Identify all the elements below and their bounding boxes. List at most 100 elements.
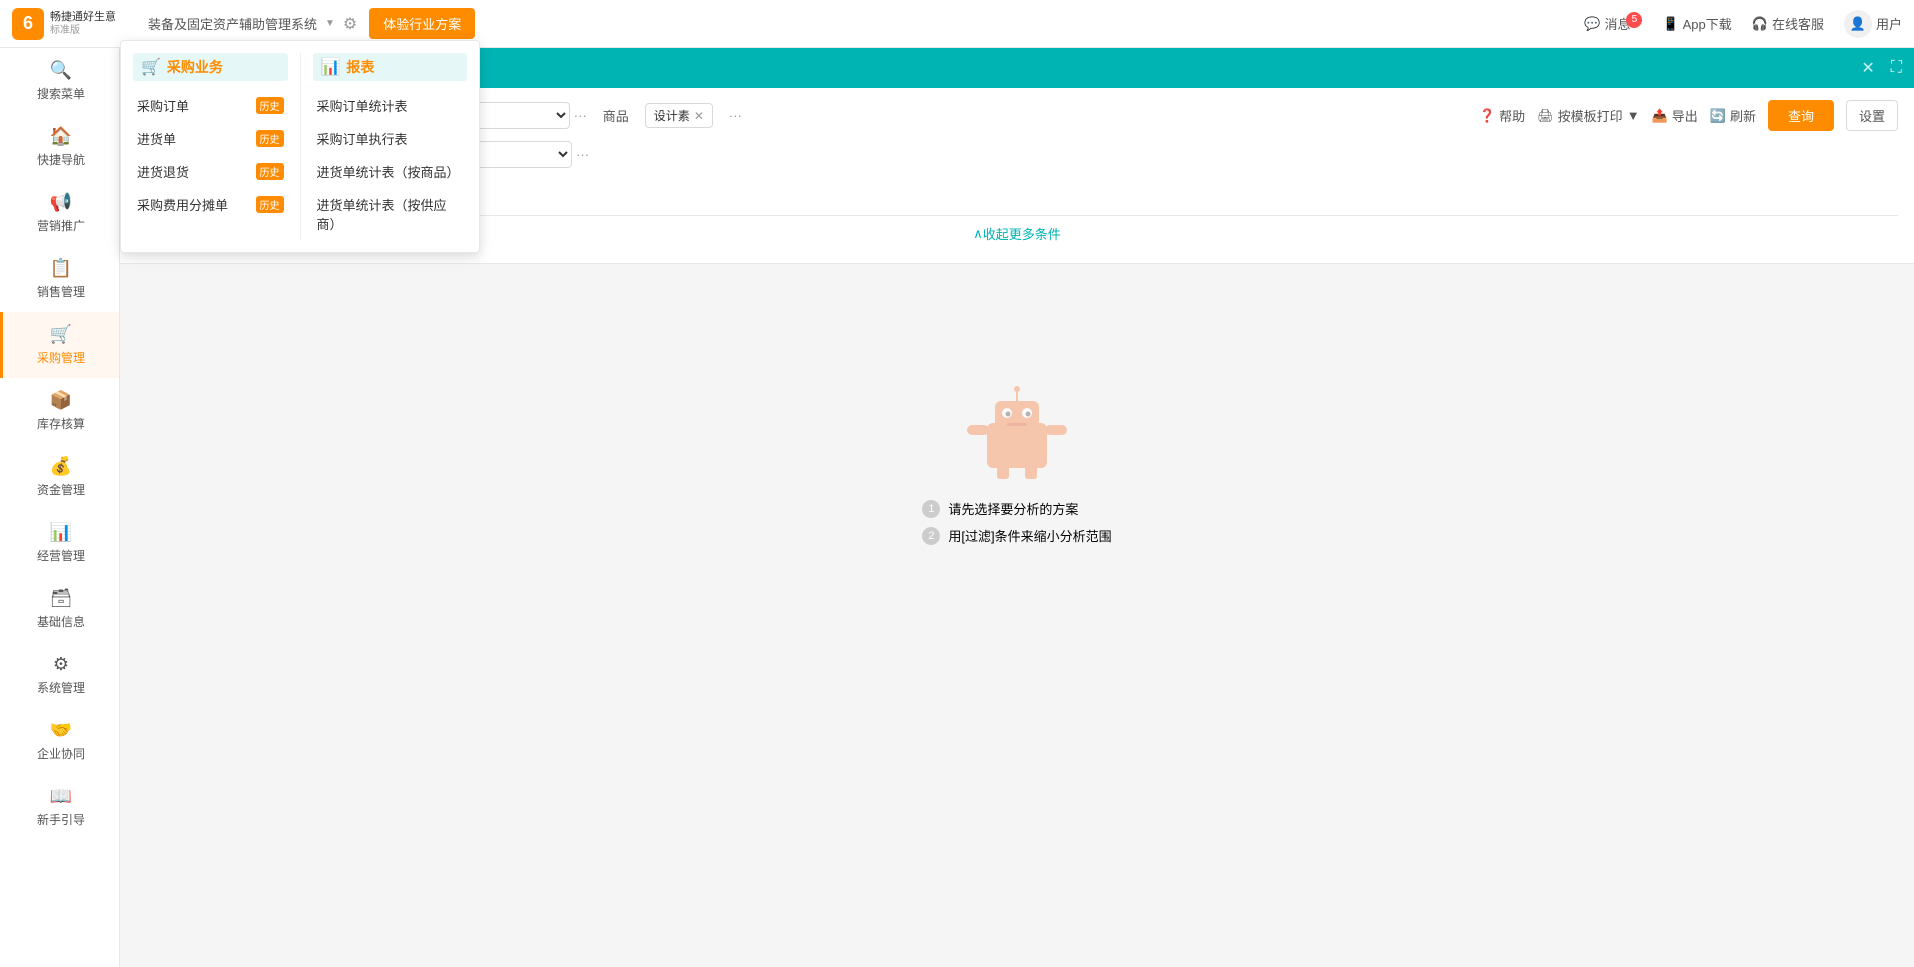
- sidebar-item-quicknav[interactable]: 🏠 快捷导航: [0, 114, 119, 180]
- dropdown-item-receipt-by-goods[interactable]: 进货单统计表（按商品）: [313, 155, 468, 188]
- industry-button[interactable]: 体验行业方案: [369, 8, 475, 39]
- user-item[interactable]: 👤 用户: [1844, 10, 1902, 38]
- export-icon: 📤: [1652, 108, 1668, 124]
- sidebar-item-sales[interactable]: 📋 销售管理: [0, 246, 119, 312]
- avatar: 👤: [1844, 10, 1872, 38]
- sidebar-label-marketing: 营销推广: [37, 217, 85, 234]
- empty-steps: 1 请先选择要分析的方案 2 用[过滤]条件来缩小分析范围: [922, 499, 1111, 545]
- sidebar-item-operations[interactable]: 📊 经营管理: [0, 510, 119, 576]
- sidebar-label-quicknav: 快捷导航: [37, 151, 85, 168]
- purchase-section-title: 🛒 采购业务: [133, 53, 288, 81]
- goods-label: 商品: [603, 106, 629, 125]
- goods-tag: 设计素 ✕: [645, 103, 713, 128]
- export-button[interactable]: 📤 导出: [1652, 106, 1698, 125]
- inventory-icon: 📦: [50, 390, 72, 411]
- refresh-icon: 🔄: [1710, 108, 1726, 124]
- sidebar-label-inventory: 库存核算: [37, 415, 85, 432]
- tab-bar-right: ✕ ⛶: [1857, 54, 1906, 82]
- dropdown-item-order-exec[interactable]: 采购订单执行表: [313, 122, 468, 155]
- sidebar-item-marketing[interactable]: 📢 营销推广: [0, 180, 119, 246]
- sidebar-label-basic: 基础信息: [37, 613, 85, 630]
- empty-illustration: [957, 383, 1077, 483]
- app-download-item[interactable]: 📱 App下载: [1662, 14, 1731, 33]
- settings-button[interactable]: 设置: [1846, 100, 1898, 131]
- report-col: 📊 报表 采购订单统计表 采购订单执行表 进货单统计表（按商品） 进货单统计表（…: [300, 53, 480, 240]
- query-button[interactable]: 查询: [1768, 100, 1834, 131]
- print-dropdown-icon: ▼: [1627, 108, 1640, 123]
- goods-return-badge: 历史: [256, 163, 284, 180]
- sidebar-item-finance[interactable]: 💰 资金管理: [0, 444, 119, 510]
- message-icon: 💬: [1584, 16, 1600, 32]
- operations-icon: 📊: [50, 522, 72, 543]
- sidebar-label-system: 系统管理: [37, 679, 85, 696]
- marketing-icon: 📢: [50, 192, 72, 213]
- collapse-icon: ∧: [973, 226, 983, 242]
- sidebar-label-enterprise: 企业协同: [37, 745, 85, 762]
- purchase-business-col: 🛒 采购业务 采购订单 历史 进货单 历史 进货退货 历史 采购费用分摊单 历史: [121, 53, 300, 240]
- tab-close-all-button[interactable]: ✕: [1857, 54, 1878, 82]
- goods-receipt-badge: 历史: [256, 130, 284, 147]
- system-dropdown-icon: ▼: [325, 18, 335, 29]
- gear-button[interactable]: ⚙: [339, 10, 361, 38]
- print-icon: 🖨: [1537, 108, 1554, 124]
- phone-icon: 📱: [1662, 16, 1678, 32]
- header-right: 💬 消息 5 📱 App下载 🎧 在线客服 👤 用户: [1584, 10, 1902, 38]
- report-section-title: 📊 报表: [313, 53, 468, 81]
- sidebar-item-newguide[interactable]: 📖 新手引导: [0, 774, 119, 840]
- dropdown-item-order-stats[interactable]: 采购订单统计表: [313, 89, 468, 122]
- home-icon: 🏠: [50, 126, 72, 147]
- refresh-button[interactable]: 🔄 刷新: [1710, 106, 1756, 125]
- sidebar-item-basic[interactable]: 🗃 基础信息: [0, 576, 119, 642]
- system-icon: ⚙: [53, 654, 69, 675]
- sidebar-label-operations: 经营管理: [37, 547, 85, 564]
- sidebar-item-system[interactable]: ⚙ 系统管理: [0, 642, 119, 708]
- tab-expand-button[interactable]: ⛶: [1887, 55, 1906, 81]
- dropdown-item-purchase-order[interactable]: 采购订单 历史: [133, 89, 288, 122]
- empty-state: 1 请先选择要分析的方案 2 用[过滤]条件来缩小分析范围: [120, 264, 1914, 664]
- goods-ellipsis[interactable]: ···: [729, 108, 742, 123]
- goods-tag-close[interactable]: ✕: [694, 109, 704, 123]
- step-2-num: 2: [922, 527, 940, 545]
- salesperson-ellipsis[interactable]: ···: [576, 147, 589, 162]
- sidebar-item-purchase[interactable]: 🛒 采购管理: [0, 312, 119, 378]
- help-button[interactable]: ❓ 帮助: [1479, 106, 1525, 125]
- purchase-dropdown-menu: 🛒 采购业务 采购订单 历史 进货单 历史 进货退货 历史 采购费用分摊单 历史: [120, 40, 480, 253]
- step-1-num: 1: [922, 500, 940, 518]
- sales-icon: 📋: [50, 258, 72, 279]
- purchase-section-icon: 🛒: [141, 57, 161, 77]
- logo-icon: 6: [12, 8, 44, 40]
- doc-status-ellipsis[interactable]: ···: [574, 108, 587, 123]
- notifications-badge: 5: [1626, 12, 1642, 28]
- purchase-expense-badge: 历史: [256, 196, 284, 213]
- sidebar-label-purchase: 采购管理: [37, 349, 85, 366]
- notifications-item[interactable]: 💬 消息 5: [1584, 14, 1642, 33]
- enterprise-icon: 🤝: [50, 720, 72, 741]
- sidebar-item-inventory[interactable]: 📦 库存核算: [0, 378, 119, 444]
- sidebar-label-sales: 销售管理: [37, 283, 85, 300]
- dropdown-columns: 🛒 采购业务 采购订单 历史 进货单 历史 进货退货 历史 采购费用分摊单 历史: [121, 53, 479, 240]
- search-icon: 🔍: [50, 60, 72, 81]
- sidebar: 🔍 搜索菜单 🏠 快捷导航 📢 营销推广 📋 销售管理 🛒 采购管理 📦 库存核…: [0, 48, 120, 967]
- purchase-order-badge: 历史: [256, 97, 284, 114]
- sidebar-item-search[interactable]: 🔍 搜索菜单: [0, 48, 119, 114]
- headset-icon: 🎧: [1752, 16, 1768, 32]
- dropdown-item-goods-receipt[interactable]: 进货单 历史: [133, 122, 288, 155]
- sidebar-item-enterprise[interactable]: 🤝 企业协同: [0, 708, 119, 774]
- help-icon: ❓: [1479, 108, 1495, 124]
- logo-area: 6 畅捷通好生意 标准版: [12, 8, 132, 40]
- system-title: 装备及固定资产辅助管理系统 ▼: [148, 14, 335, 33]
- empty-step-2: 2 用[过滤]条件来缩小分析范围: [922, 526, 1111, 545]
- dropdown-item-goods-return[interactable]: 进货退货 历史: [133, 155, 288, 188]
- dropdown-item-purchase-expense[interactable]: 采购费用分摊单 历史: [133, 188, 288, 221]
- finance-icon: 💰: [50, 456, 72, 477]
- online-service-item[interactable]: 🎧 在线客服: [1752, 14, 1824, 33]
- basic-icon: 🗃: [50, 588, 73, 609]
- report-section-icon: 📊: [321, 57, 341, 77]
- sidebar-label-newguide: 新手引导: [37, 811, 85, 828]
- logo-text: 畅捷通好生意 标准版: [50, 10, 116, 37]
- guide-icon: 📖: [50, 786, 72, 807]
- template-print-button[interactable]: 🖨 按模板打印 ▼: [1537, 106, 1639, 125]
- dropdown-item-receipt-by-supplier[interactable]: 进货单统计表（按供应商）: [313, 188, 468, 240]
- sidebar-label-finance: 资金管理: [37, 481, 85, 498]
- purchase-icon: 🛒: [50, 324, 72, 345]
